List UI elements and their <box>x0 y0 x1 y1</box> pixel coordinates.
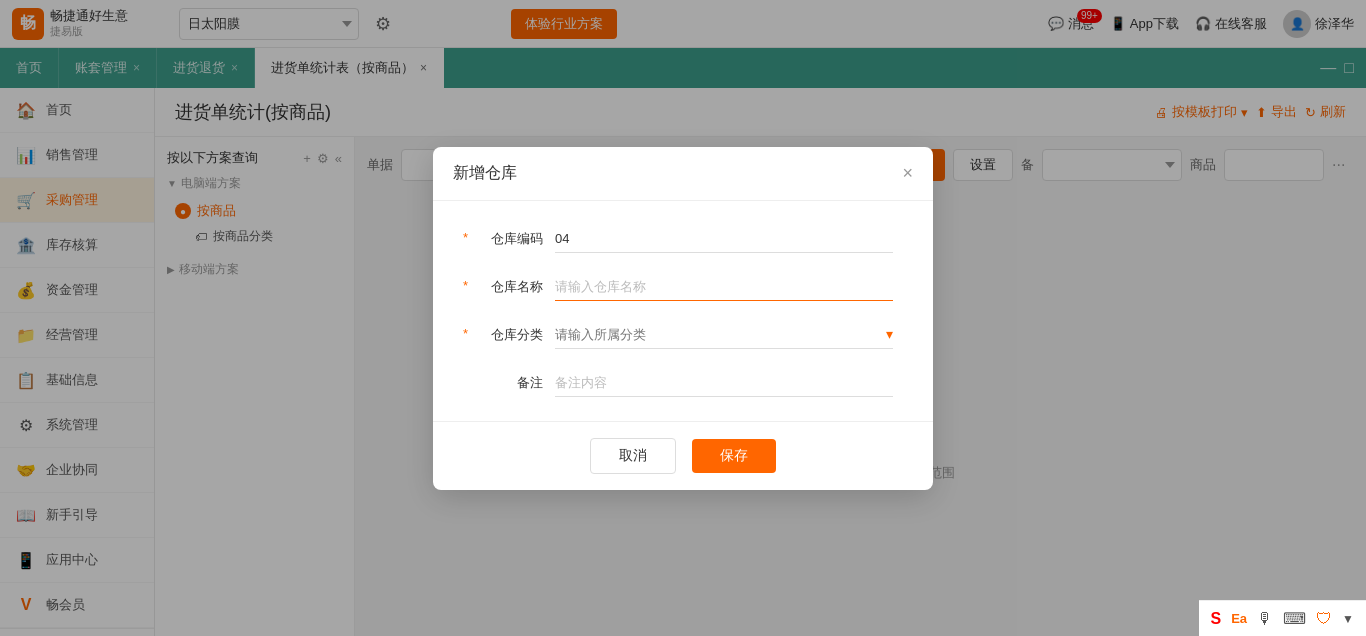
modal-header: 新增仓库 × <box>433 147 933 201</box>
cancel-button[interactable]: 取消 <box>590 438 676 474</box>
form-row-category: 仓库分类 ▾ <box>473 321 893 349</box>
modal-overlay[interactable]: 新增仓库 × 仓库编码 仓库名称 仓库分类 ▾ 备注 <box>0 0 1366 636</box>
category-select-wrapper: ▾ <box>555 321 893 349</box>
modal-footer: 取消 保存 <box>433 421 933 490</box>
form-row-note: 备注 <box>473 369 893 397</box>
category-dropdown-icon[interactable]: ▾ <box>886 326 893 342</box>
form-row-name: 仓库名称 <box>473 273 893 301</box>
ea-label: Ea <box>1231 611 1247 626</box>
note-label: 备注 <box>473 374 543 392</box>
microphone-icon[interactable]: 🎙 <box>1257 610 1273 628</box>
note-input[interactable] <box>555 369 893 397</box>
modal-close-button[interactable]: × <box>902 163 913 184</box>
keyboard-icon[interactable]: ⌨ <box>1283 609 1306 628</box>
bottom-logo-icon: S <box>1211 610 1222 628</box>
dropdown-icon[interactable]: ▼ <box>1342 612 1354 626</box>
modal-new-warehouse: 新增仓库 × 仓库编码 仓库名称 仓库分类 ▾ 备注 <box>433 147 933 490</box>
name-input[interactable] <box>555 273 893 301</box>
bottom-status-bar: S Ea 🎙 ⌨ 🛡 ▼ <box>1199 600 1366 636</box>
shield-icon[interactable]: 🛡 <box>1316 610 1332 628</box>
form-row-code: 仓库编码 <box>473 225 893 253</box>
category-input[interactable] <box>555 321 886 348</box>
modal-body: 仓库编码 仓库名称 仓库分类 ▾ 备注 <box>433 201 933 421</box>
code-label: 仓库编码 <box>473 230 543 248</box>
modal-title: 新增仓库 <box>453 163 517 184</box>
code-input[interactable] <box>555 225 893 253</box>
category-label: 仓库分类 <box>473 326 543 344</box>
save-button[interactable]: 保存 <box>692 439 776 473</box>
name-label: 仓库名称 <box>473 278 543 296</box>
